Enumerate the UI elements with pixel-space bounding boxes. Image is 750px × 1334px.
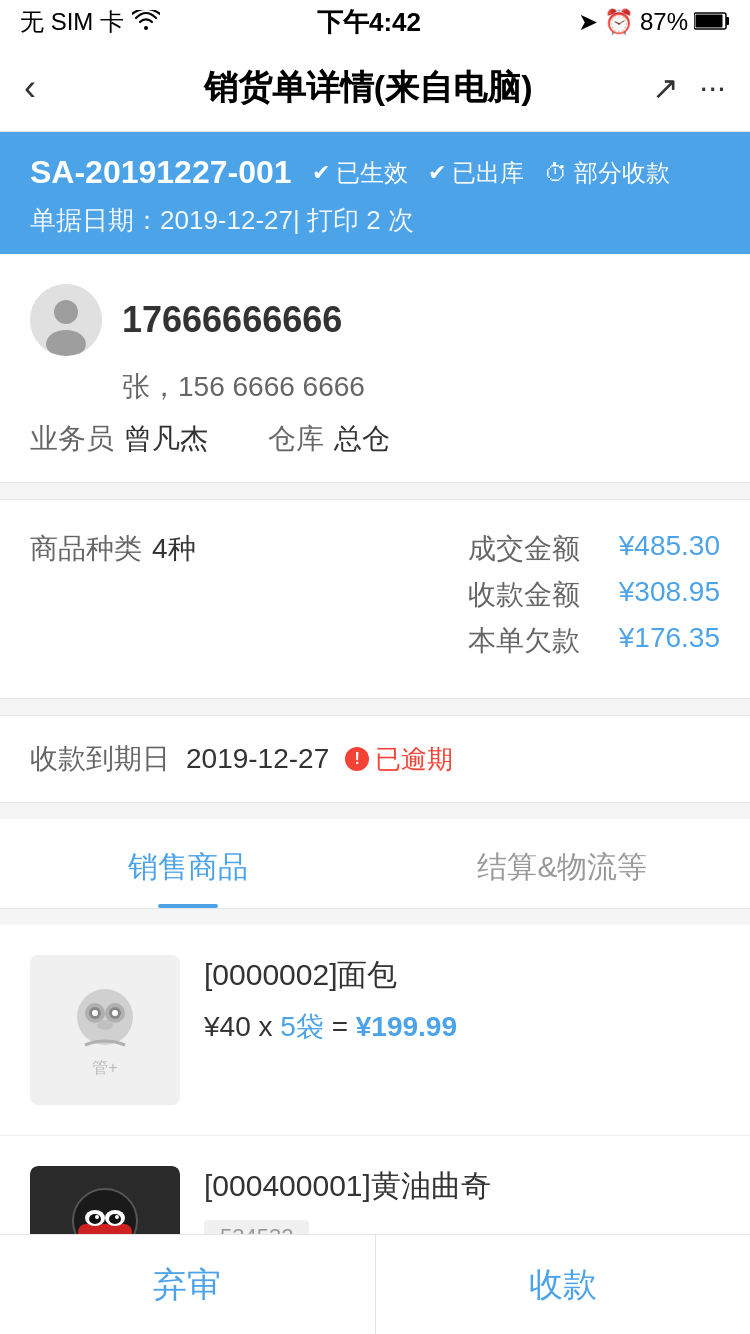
wifi-icon bbox=[132, 8, 160, 36]
collected-amount-line: 收款金额 ¥308.95 bbox=[468, 576, 720, 614]
status-left: 无 SIM 卡 bbox=[20, 6, 160, 38]
product-item: 管+ [0000002]面包 ¥40 x 5袋 = ¥199.99 bbox=[0, 925, 750, 1136]
alarm-icon: ⏰ bbox=[604, 8, 634, 36]
battery-text: 87% bbox=[640, 8, 688, 36]
warehouse-info: 仓库 总仓 bbox=[268, 420, 390, 458]
product-name-cookie: [000400001]黄油曲奇 bbox=[204, 1166, 720, 1207]
status-shipped: ✔ 已出库 bbox=[428, 157, 524, 189]
svg-rect-2 bbox=[695, 15, 722, 28]
svg-point-23 bbox=[95, 1215, 99, 1219]
bottom-action-bar: 弃审 收款 bbox=[0, 1234, 750, 1334]
svg-rect-1 bbox=[726, 17, 729, 25]
due-label: 收款到期日 bbox=[30, 740, 170, 778]
tabs-section: 销售商品 结算&物流等 bbox=[0, 819, 750, 909]
warehouse-value: 总仓 bbox=[334, 420, 390, 458]
svg-point-4 bbox=[54, 300, 78, 324]
abandon-review-button[interactable]: 弃审 bbox=[0, 1235, 376, 1334]
more-icon[interactable]: ··· bbox=[699, 69, 726, 106]
avatar bbox=[30, 284, 102, 356]
collect-payment-button[interactable]: 收款 bbox=[376, 1235, 751, 1334]
product-type-info: 商品种类 4种 bbox=[30, 530, 196, 568]
product-info-bread: [0000002]面包 ¥40 x 5袋 = ¥199.99 bbox=[204, 955, 720, 1046]
svg-text:管+: 管+ bbox=[92, 1059, 117, 1076]
product-price-bread: ¥40 x 5袋 = ¥199.99 bbox=[204, 1008, 720, 1046]
product-name-bread: [0000002]面包 bbox=[204, 955, 720, 996]
overdue-icon: ! bbox=[345, 747, 369, 771]
svg-point-24 bbox=[115, 1215, 119, 1219]
summary-section: 商品种类 4种 成交金额 ¥485.30 收款金额 ¥308.95 本单欠款 ¥… bbox=[0, 499, 750, 699]
signal-text: 无 SIM 卡 bbox=[20, 6, 124, 38]
status-bar: 无 SIM 卡 下午4:42 ➤ ⏰ 87% bbox=[0, 0, 750, 44]
debt-value: ¥176.35 bbox=[600, 622, 720, 660]
svg-point-14 bbox=[97, 1020, 113, 1030]
svg-point-13 bbox=[112, 1010, 118, 1016]
product-qty-bread: 5袋 bbox=[280, 1011, 324, 1042]
status-right: ➤ ⏰ 87% bbox=[578, 8, 730, 36]
check-icon: ✔ bbox=[312, 160, 330, 186]
customer-meta: 业务员 曾凡杰 仓库 总仓 bbox=[30, 420, 720, 458]
back-button[interactable]: ‹ bbox=[24, 67, 84, 109]
svg-point-12 bbox=[92, 1010, 98, 1016]
share-icon[interactable]: ↗ bbox=[652, 69, 679, 107]
product-image-bread: 管+ bbox=[30, 955, 180, 1105]
debt-label: 本单欠款 bbox=[468, 622, 580, 660]
customer-contact: 张，156 6666 6666 bbox=[30, 368, 720, 406]
status-time: 下午4:42 bbox=[317, 5, 421, 40]
deal-amount-label: 成交金额 bbox=[468, 530, 580, 568]
sales-person-value: 曾凡杰 bbox=[124, 420, 208, 458]
product-total-bread: ¥199.99 bbox=[356, 1011, 457, 1042]
status-partial: ⏱ 部分收款 bbox=[544, 157, 670, 189]
amount-info: 成交金额 ¥485.30 收款金额 ¥308.95 本单欠款 ¥176.35 bbox=[468, 530, 720, 668]
sales-person-info: 业务员 曾凡杰 bbox=[30, 420, 208, 458]
location-icon: ➤ bbox=[578, 8, 598, 36]
customer-id: 17666666666 bbox=[122, 299, 342, 341]
deal-amount-value: ¥485.30 bbox=[600, 530, 720, 568]
type-label: 商品种类 bbox=[30, 530, 142, 568]
clock-icon: ⏱ bbox=[544, 159, 568, 187]
svg-point-7 bbox=[77, 989, 133, 1045]
deal-amount-line: 成交金额 ¥485.30 bbox=[468, 530, 720, 568]
nav-bar: ‹ 销货单详情(来自电脑) ↗ ··· bbox=[0, 44, 750, 132]
tab-sales-product[interactable]: 销售商品 bbox=[0, 819, 375, 908]
overdue-badge: ! 已逾期 bbox=[345, 742, 453, 777]
nav-actions: ↗ ··· bbox=[652, 69, 726, 107]
warehouse-label: 仓库 bbox=[268, 420, 324, 458]
debt-amount-line: 本单欠款 ¥176.35 bbox=[468, 622, 720, 660]
svg-point-22 bbox=[109, 1214, 121, 1224]
check-icon-2: ✔ bbox=[428, 160, 446, 186]
sales-person-label: 业务员 bbox=[30, 420, 114, 458]
status-effective: ✔ 已生效 bbox=[312, 157, 408, 189]
collected-label: 收款金额 bbox=[468, 576, 580, 614]
customer-section: 17666666666 张，156 6666 6666 业务员 曾凡杰 仓库 总… bbox=[0, 254, 750, 483]
order-header: SA-20191227-001 ✔ 已生效 ✔ 已出库 ⏱ 部分收款 单据日期：… bbox=[0, 132, 750, 254]
due-date-section: 收款到期日 2019-12-27 ! 已逾期 bbox=[0, 715, 750, 803]
overdue-text: 已逾期 bbox=[375, 742, 453, 777]
tab-settlement[interactable]: 结算&物流等 bbox=[375, 819, 750, 908]
svg-point-21 bbox=[89, 1214, 101, 1224]
product-image-placeholder-icon: 管+ bbox=[30, 955, 180, 1105]
user-avatar-icon bbox=[30, 284, 102, 356]
page-title: 销货单详情(来自电脑) bbox=[84, 65, 652, 111]
order-id: SA-20191227-001 bbox=[30, 154, 292, 191]
type-count: 4种 bbox=[152, 530, 196, 568]
battery-icon bbox=[694, 8, 730, 36]
tabs: 销售商品 结算&物流等 bbox=[0, 819, 750, 908]
due-date-value: 2019-12-27 bbox=[186, 743, 329, 775]
collected-value: ¥308.95 bbox=[600, 576, 720, 614]
order-date-info: 单据日期：2019-12-27| 打印 2 次 bbox=[30, 203, 720, 238]
